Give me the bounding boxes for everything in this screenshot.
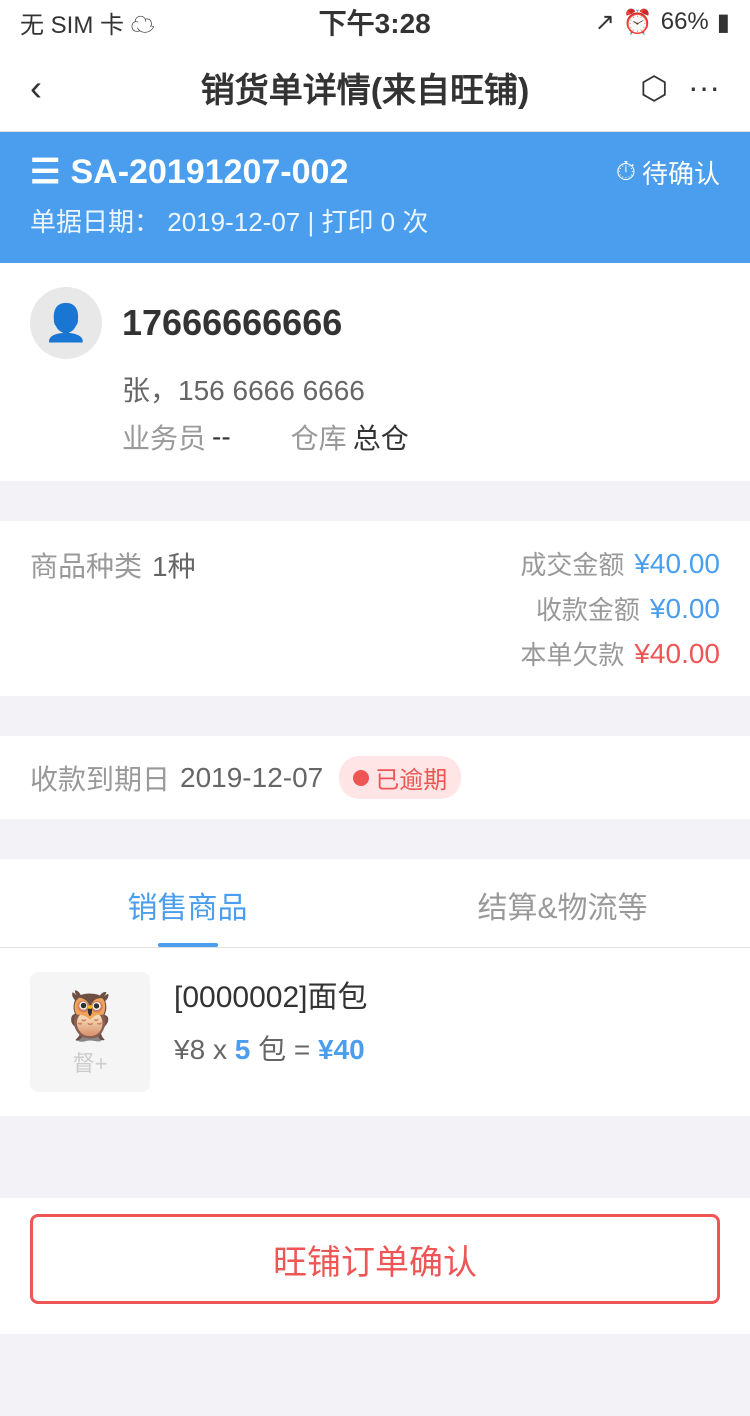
- product-unit: 包: [258, 1034, 286, 1065]
- status-left: 无 SIM 卡 ☁: [20, 5, 155, 40]
- status-time: 下午3:28: [319, 2, 431, 42]
- confirm-button[interactable]: 旺铺订单确认: [30, 1214, 720, 1304]
- avatar-icon: 👤: [44, 302, 89, 344]
- equals-sign: =: [294, 1034, 318, 1065]
- customer-section: 👤 17666666666 张，156 6666 6666 业务员 -- 仓库 …: [0, 263, 750, 481]
- owed-label: 本单欠款: [520, 635, 624, 672]
- due-section: 收款到期日 2019-12-07 已逾期: [0, 736, 750, 819]
- product-total: ¥40: [318, 1034, 365, 1065]
- amount-label: 成交金额: [520, 545, 624, 582]
- received-value: ¥0.00: [650, 593, 720, 625]
- product-thumb-owl: 🦉 督+: [60, 987, 120, 1078]
- owl-icon: 🦉: [60, 987, 120, 1044]
- order-icon: ☰: [30, 152, 60, 192]
- received-row: 收款金额 ¥0.00: [536, 590, 720, 627]
- status-bar: 无 SIM 卡 ☁ 下午3:28 ↗ ⏰ 66% ▮: [0, 0, 750, 44]
- warehouse-label: 仓库: [291, 417, 347, 457]
- salesman-value: --: [212, 421, 231, 453]
- product-thumbnail: 🦉 督+: [30, 972, 150, 1092]
- tab-products-label: 销售商品: [128, 892, 248, 925]
- amount-row: 成交金额 ¥40.00: [520, 545, 720, 582]
- due-label: 收款到期日: [30, 758, 170, 798]
- customer-phone: 17666666666: [122, 302, 342, 344]
- price-unit: ¥8: [174, 1034, 205, 1065]
- owl-text: 督+: [73, 1046, 108, 1078]
- print-info: | 打印 0 次: [307, 207, 428, 237]
- bottom-bar: 旺铺订单确认: [0, 1198, 750, 1334]
- divider-3: [0, 839, 750, 859]
- divider-1: [0, 501, 750, 521]
- order-id: ☰ SA-20191207-002: [30, 152, 348, 192]
- share-button[interactable]: ⬡: [640, 69, 668, 107]
- product-code: [0000002]: [174, 981, 307, 1014]
- page-title: 销货单详情(来自旺铺): [201, 63, 530, 112]
- product-info: [0000002]面包 ¥8 x 5 包 = ¥40: [174, 972, 720, 1068]
- overdue-dot-icon: [353, 770, 369, 786]
- tab-settlement-label: 结算&物流等: [477, 892, 647, 925]
- overdue-badge: 已逾期: [339, 756, 461, 799]
- product-name: [0000002]面包: [174, 972, 720, 1016]
- warehouse-value: 总仓: [353, 417, 409, 457]
- amount-value: ¥40.00: [634, 548, 720, 580]
- owed-value: ¥40.00: [634, 638, 720, 670]
- order-header: ☰ SA-20191207-002 ⏱ 待确认 单据日期： 2019-12-07…: [0, 132, 750, 263]
- tab-settlement[interactable]: 结算&物流等: [375, 859, 750, 947]
- summary-right: 成交金额 ¥40.00 收款金额 ¥0.00 本单欠款 ¥40.00: [520, 545, 720, 672]
- product-type-value: 1种: [152, 545, 196, 585]
- customer-top: 👤 17666666666: [30, 287, 720, 359]
- product-price: ¥8 x 5 包 = ¥40: [174, 1028, 720, 1068]
- order-date: 单据日期： 2019-12-07 | 打印 0 次: [30, 202, 720, 239]
- location-icon: ↗: [595, 8, 615, 37]
- tabs-section: 销售商品 结算&物流等: [0, 859, 750, 948]
- received-label: 收款金额: [536, 590, 640, 627]
- battery-label: 66%: [661, 8, 709, 36]
- tab-products[interactable]: 销售商品: [0, 859, 375, 947]
- product-item: 🦉 督+ [0000002]面包 ¥8 x 5 包 = ¥40: [30, 972, 720, 1092]
- battery-icon: ▮: [717, 8, 730, 37]
- sim-label: 无 SIM 卡 ☁: [20, 5, 155, 40]
- alarm-icon: ⏰: [623, 8, 653, 37]
- customer-info-row: 业务员 -- 仓库 总仓: [122, 417, 720, 457]
- order-header-top: ☰ SA-20191207-002 ⏱ 待确认: [30, 152, 720, 192]
- more-button[interactable]: ···: [688, 69, 720, 106]
- summary-left: 商品种类 1种: [30, 545, 196, 585]
- owed-row: 本单欠款 ¥40.00: [520, 635, 720, 672]
- overdue-text: 已逾期: [375, 760, 447, 795]
- product-section: 🦉 督+ [0000002]面包 ¥8 x 5 包 = ¥40: [0, 948, 750, 1116]
- nav-bar: ‹ 销货单详情(来自旺铺) ⬡ ···: [0, 44, 750, 132]
- avatar: 👤: [30, 287, 102, 359]
- order-status: ⏱ 待确认: [616, 154, 720, 191]
- nav-actions: ⬡ ···: [640, 69, 720, 107]
- salesman-label: 业务员: [122, 417, 206, 457]
- product-type-label: 商品种类: [30, 545, 142, 585]
- due-date-value: 2019-12-07: [180, 762, 323, 794]
- product-type-item: 商品种类 1种: [30, 545, 196, 585]
- date-label: 单据日期：: [30, 207, 160, 237]
- product-name-text: 面包: [307, 981, 367, 1014]
- back-button[interactable]: ‹: [30, 67, 90, 109]
- status-right: ↗ ⏰ 66% ▮: [595, 8, 730, 37]
- date-value: 2019-12-07: [167, 207, 300, 237]
- multiply-sign: x: [213, 1034, 235, 1065]
- customer-detail: 张，156 6666 6666: [122, 369, 720, 409]
- status-clock-icon: ⏱: [616, 156, 636, 188]
- divider-2: [0, 716, 750, 736]
- product-qty: 5: [235, 1034, 251, 1065]
- tabs-header: 销售商品 结算&物流等: [0, 859, 750, 948]
- summary-section: 商品种类 1种 成交金额 ¥40.00 收款金额 ¥0.00 本单欠款 ¥40.…: [0, 521, 750, 696]
- order-id-text: SA-20191207-002: [70, 153, 348, 192]
- status-text: 待确认: [642, 154, 720, 191]
